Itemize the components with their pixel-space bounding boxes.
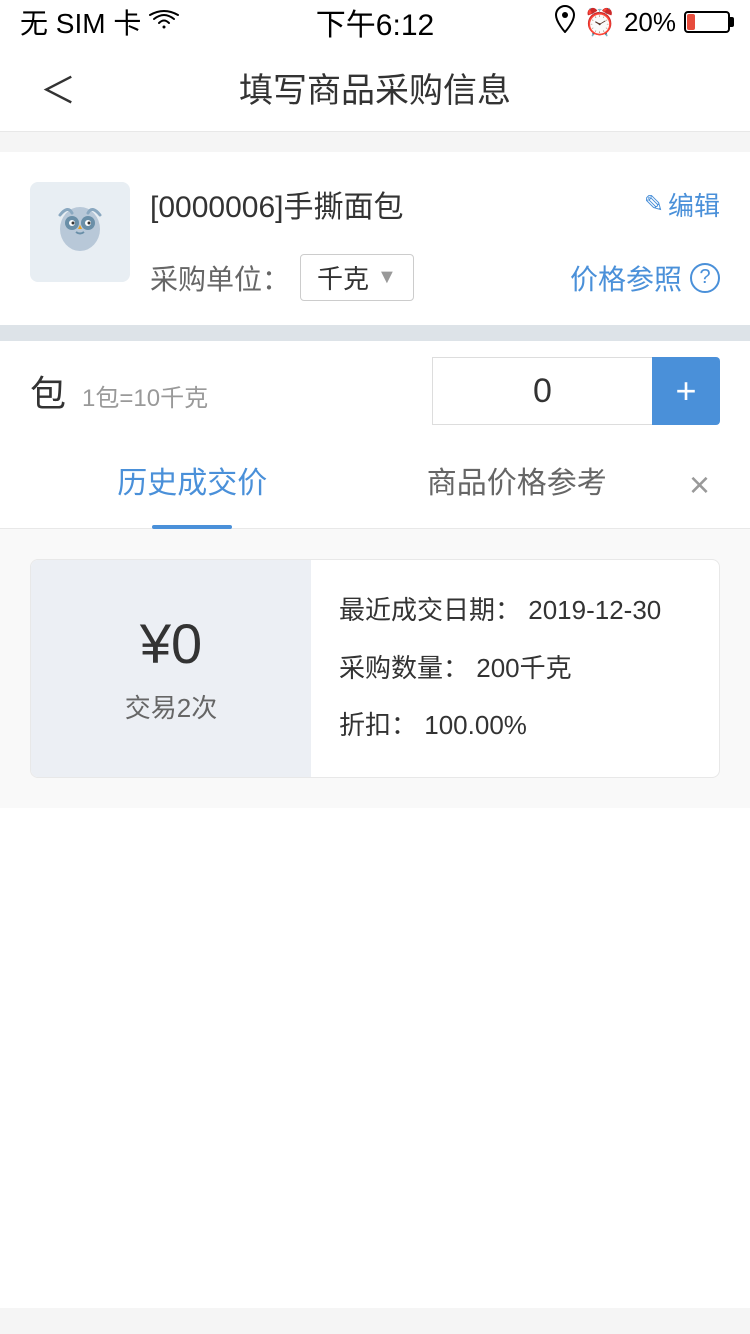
quantity-input-wrapper: + [432, 357, 720, 425]
recent-date-label: 最近成交日期： [339, 595, 521, 625]
unit-label: 采购单位： [150, 258, 290, 298]
history-card: ¥0 交易2次 最近成交日期： 2019-12-30 采购数量： 200千克 折… [30, 559, 720, 778]
recent-date-row: 最近成交日期： 2019-12-30 [339, 590, 691, 632]
discount-value: 100.00% [424, 710, 527, 740]
unit-select[interactable]: 千克 ▼ [300, 254, 414, 301]
discount-row: 折扣： 100.00% [339, 705, 691, 747]
wifi-icon [149, 6, 179, 38]
discount-label: 折扣： [339, 710, 417, 740]
product-thumbnail [50, 197, 110, 268]
quantity-unit-small: 1包=10千克 [82, 378, 208, 413]
gray-divider [0, 325, 750, 341]
product-header: [0000006]手撕面包 ✎ 编辑 采购单位： 千克 ▼ 价格参照 ? [30, 182, 720, 301]
back-button[interactable]: ＜ [30, 52, 86, 124]
product-image [30, 182, 130, 282]
status-right: ⏰ 20% [554, 5, 730, 40]
purchase-quantity-value: 200千克 [476, 653, 571, 683]
history-detail-section: 最近成交日期： 2019-12-30 采购数量： 200千克 折扣： 100.0… [311, 560, 719, 777]
carrier-text: 无 SIM 卡 [20, 2, 141, 42]
price-ref-button[interactable]: 价格参照 ? [570, 258, 720, 298]
battery-icon [684, 11, 730, 33]
edit-button[interactable]: ✎ 编辑 [644, 186, 720, 223]
product-name: [0000006]手撕面包 [150, 182, 403, 226]
tab-price-ref-label: 商品价格参考 [427, 458, 607, 502]
alarm-icon: ⏰ [584, 7, 616, 38]
help-icon: ? [690, 263, 720, 293]
dropdown-arrow-icon: ▼ [377, 266, 397, 289]
product-unit-row: 采购单位： 千克 ▼ 价格参照 ? [150, 254, 720, 301]
price-symbol: ¥ [140, 612, 171, 675]
product-name-row: [0000006]手撕面包 ✎ 编辑 [150, 182, 720, 226]
edit-label: 编辑 [668, 186, 720, 223]
history-content: ¥0 交易2次 最近成交日期： 2019-12-30 采购数量： 200千克 折… [0, 529, 750, 808]
tabs-panel: 历史成交价 商品价格参考 × ¥0 交易2次 最近成交日期： 2019-12-3… [0, 441, 750, 808]
status-bar: 无 SIM 卡 下午6:12 ⏰ 20% [0, 0, 750, 44]
page-title: 填写商品采购信息 [239, 63, 511, 112]
history-trades: 交易2次 [125, 688, 217, 725]
tab-history-price[interactable]: 历史成交价 [30, 441, 354, 529]
nav-bar: ＜ 填写商品采购信息 [0, 44, 750, 132]
history-price: ¥0 [140, 611, 202, 676]
battery-percent: 20% [624, 7, 676, 38]
quantity-row: 包 1包=10千克 + [0, 341, 750, 441]
quantity-label: 包 1包=10千克 [30, 365, 208, 417]
product-info: [0000006]手撕面包 ✎ 编辑 采购单位： 千克 ▼ 价格参照 ? [150, 182, 720, 301]
edit-icon: ✎ [644, 190, 664, 219]
tab-price-ref[interactable]: 商品价格参考 [354, 441, 678, 529]
plus-button[interactable]: + [652, 357, 720, 425]
tabs-header: 历史成交价 商品价格参考 × [0, 441, 750, 529]
tabs-close-button[interactable]: × [679, 454, 720, 516]
purchase-quantity-label: 采购数量： [339, 653, 469, 683]
price-ref-label: 价格参照 [570, 258, 682, 298]
status-left: 无 SIM 卡 [20, 2, 179, 42]
price-number: 0 [171, 612, 202, 675]
location-icon [554, 5, 576, 40]
bottom-area [0, 808, 750, 1308]
plus-icon: + [675, 370, 696, 412]
quantity-input[interactable] [432, 357, 652, 425]
product-card: [0000006]手撕面包 ✎ 编辑 采购单位： 千克 ▼ 价格参照 ? [0, 152, 750, 325]
history-price-section: ¥0 交易2次 [31, 560, 311, 777]
quantity-row-detail: 采购数量： 200千克 [339, 648, 691, 690]
status-time: 下午6:12 [316, 0, 434, 44]
tab-history-label: 历史成交价 [117, 458, 267, 502]
unit-value: 千克 [317, 259, 369, 296]
recent-date-value: 2019-12-30 [528, 595, 661, 625]
quantity-unit-big: 包 [30, 365, 66, 417]
